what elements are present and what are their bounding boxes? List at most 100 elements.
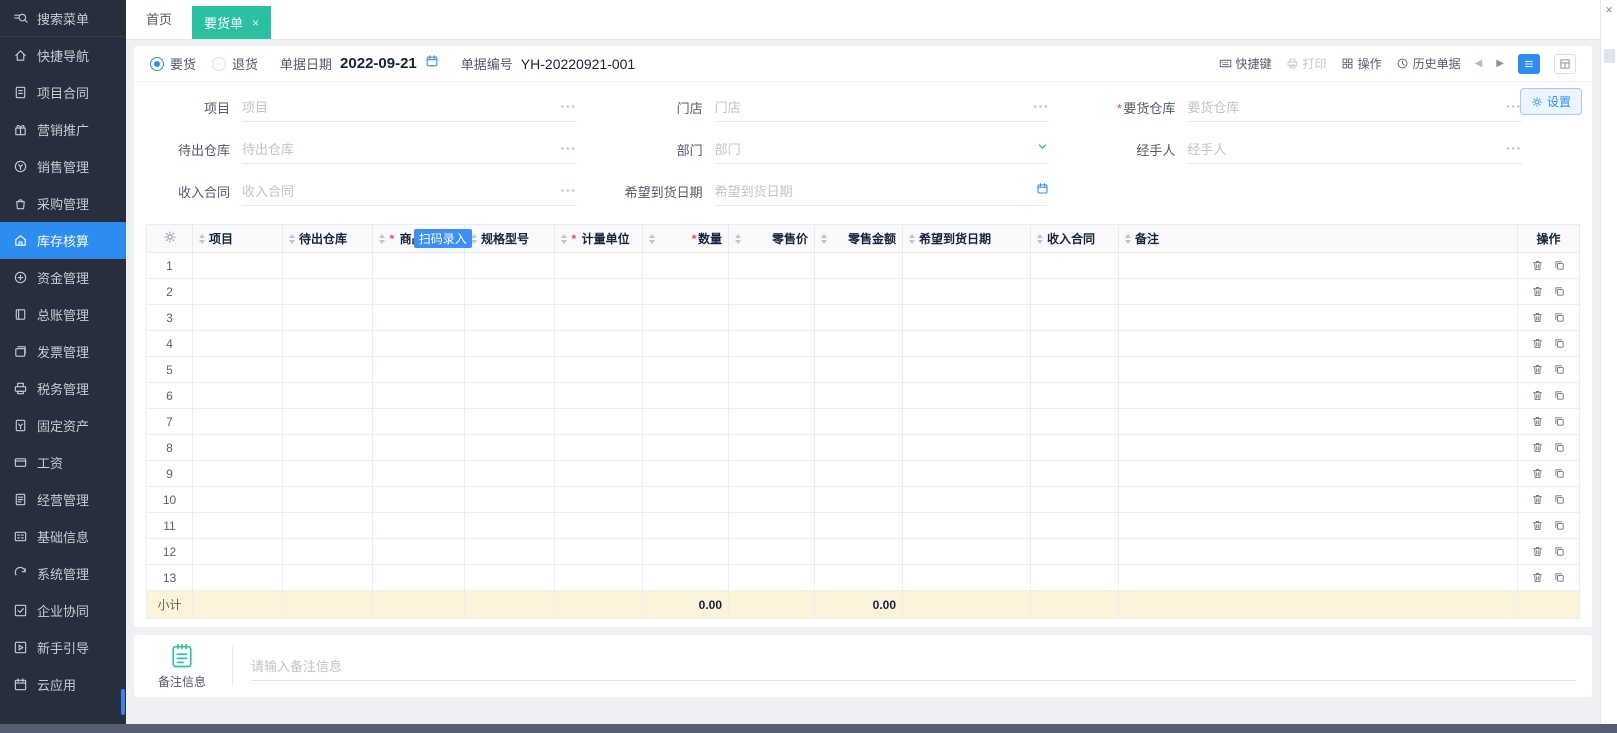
sidebar-item-fund-mgmt[interactable]: 资金管理 [0,259,126,296]
shortcut-button[interactable]: 快捷键 [1219,55,1272,72]
history-button[interactable]: 历史单据 [1396,55,1461,72]
cell[interactable] [192,486,283,513]
cell[interactable] [728,512,815,539]
cell[interactable] [814,512,903,539]
cell[interactable] [642,538,729,565]
cell[interactable] [192,408,283,435]
delete-row-icon[interactable] [1531,467,1544,480]
cell[interactable] [642,434,729,461]
tab-goods-requisition[interactable]: 要货单 × [192,6,272,39]
cell[interactable] [902,486,1031,513]
cell[interactable] [464,486,555,513]
cell[interactable] [192,460,283,487]
sidebar-item-tax-mgmt[interactable]: 税务管理 [0,370,126,407]
operate-button[interactable]: 操作 [1341,55,1382,72]
cell[interactable] [464,538,555,565]
cell[interactable] [372,356,465,383]
sidebar-item-invoice-mgmt[interactable]: 发票管理 [0,333,126,370]
cell[interactable] [372,512,465,539]
close-icon[interactable]: × [1605,3,1613,17]
document-date[interactable]: 2022-09-21 [340,55,417,72]
chevron-down-icon[interactable] [1036,140,1049,158]
table-row[interactable]: 5 [146,356,1580,383]
cell[interactable] [1030,408,1119,435]
sort-icon[interactable] [379,233,385,244]
cell[interactable] [728,356,815,383]
sidebar-item-sales-mgmt[interactable]: 销售管理 [0,148,126,185]
cell[interactable] [728,252,815,279]
cell[interactable] [282,382,373,409]
copy-row-icon[interactable] [1553,519,1566,532]
more-options-icon[interactable]: ··· [561,183,577,198]
sort-icon[interactable] [199,233,205,244]
cell[interactable] [372,460,465,487]
cell[interactable] [282,564,373,591]
cell[interactable] [902,408,1031,435]
radio-request[interactable]: 要货 [150,54,196,73]
copy-row-icon[interactable] [1553,285,1566,298]
sort-icon[interactable] [909,233,915,244]
more-options-icon[interactable]: ··· [561,99,577,114]
sidebar-item-enterprise-collab[interactable]: 企业协同 [0,592,126,629]
outbound-warehouse-input[interactable]: 待出仓库 ··· [242,134,577,164]
cell[interactable] [282,512,373,539]
sidebar-item-purchase-mgmt[interactable]: 采购管理 [0,185,126,222]
cell[interactable] [464,252,555,279]
cell[interactable] [372,408,465,435]
table-row[interactable]: 2 [146,278,1580,305]
cell[interactable] [1118,486,1518,513]
scan-entry-button[interactable]: 扫码录入 [413,229,472,248]
cell[interactable] [642,564,729,591]
cell[interactable] [902,330,1031,357]
table-row[interactable]: 7 [146,408,1580,435]
store-input[interactable]: 门店 ··· [714,92,1050,122]
cell[interactable] [814,486,903,513]
cell[interactable] [1030,486,1119,513]
cell[interactable] [902,564,1031,591]
cell[interactable] [372,486,465,513]
copy-row-icon[interactable] [1553,389,1566,402]
cell[interactable] [1118,434,1518,461]
copy-row-icon[interactable] [1553,441,1566,454]
cell[interactable] [814,564,903,591]
copy-row-icon[interactable] [1553,467,1566,480]
request-warehouse-input[interactable]: 要货仓库 ··· [1187,92,1522,122]
sidebar-item-cloud-apps[interactable]: 云应用 [0,666,126,703]
sidebar-item-operations-mgmt[interactable]: 经营管理 [0,481,126,518]
cell[interactable] [554,538,643,565]
cell[interactable] [814,434,903,461]
cell[interactable] [1118,278,1518,305]
cell[interactable] [282,278,373,305]
radio-return[interactable]: 退货 [212,54,258,73]
cell[interactable] [192,382,283,409]
delete-row-icon[interactable] [1531,493,1544,506]
cell[interactable] [282,486,373,513]
sidebar-item-marketing[interactable]: 营销推广 [0,111,126,148]
cell[interactable] [728,408,815,435]
column-settings-icon[interactable] [163,230,177,247]
cell[interactable] [1118,564,1518,591]
sort-icon[interactable] [821,233,827,244]
cell[interactable] [554,382,643,409]
cell[interactable] [642,460,729,487]
cell[interactable] [1030,434,1119,461]
expected-date-input[interactable]: 希望到货日期 [714,176,1050,206]
cell[interactable] [192,278,283,305]
tab-close-icon[interactable]: × [252,16,259,30]
cell[interactable] [728,460,815,487]
cell[interactable] [372,382,465,409]
cell[interactable] [1030,252,1119,279]
more-options-icon[interactable]: ··· [561,141,577,156]
remarks-input[interactable]: 请输入备注信息 [251,651,1576,681]
cell[interactable] [642,278,729,305]
cell[interactable] [464,330,555,357]
delete-row-icon[interactable] [1531,259,1544,272]
table-row[interactable]: 11 [146,512,1580,539]
cell[interactable] [642,408,729,435]
cell[interactable] [1118,382,1518,409]
department-select[interactable]: 部门 [714,134,1050,164]
copy-row-icon[interactable] [1553,415,1566,428]
cell[interactable] [728,434,815,461]
cell[interactable] [554,356,643,383]
cell[interactable] [372,434,465,461]
